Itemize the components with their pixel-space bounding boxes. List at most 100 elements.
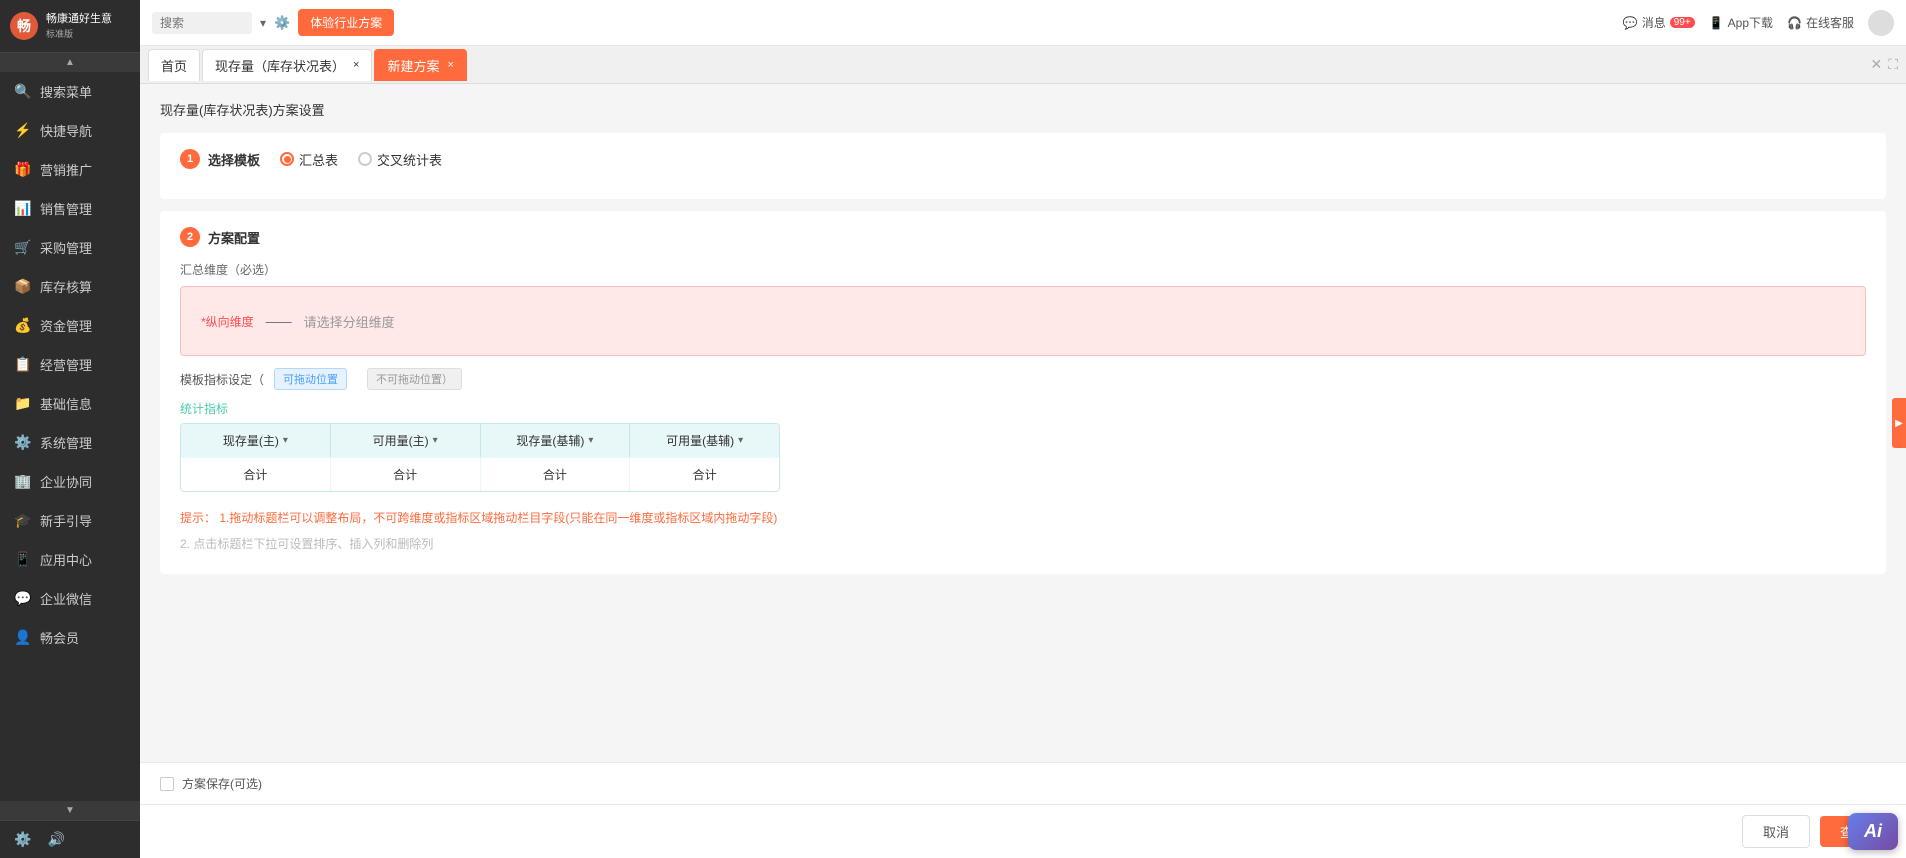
dropdown-icon[interactable]: ▾ <box>260 16 266 30</box>
sidebar-item-member[interactable]: 👤 畅会员 <box>0 618 140 657</box>
save-section: 方案保存(可选) <box>140 762 1906 804</box>
sound-footer-icon[interactable]: 🔊 <box>47 831 64 848</box>
sidebar-item-label: 经营管理 <box>40 355 92 374</box>
dim-dash: —— <box>266 314 292 329</box>
step1-label: 选择模板 <box>208 150 260 169</box>
topbar-right: 💬 消息 99+ 📱 App下载 🎧 在线客服 <box>1623 10 1894 36</box>
sidebar-item-app-center[interactable]: 📱 应用中心 <box>0 540 140 579</box>
inventory-icon: 📦 <box>14 278 32 296</box>
section-config: 2 方案配置 汇总维度（必选） *纵向维度 —— 请选择分组维度 模板指标设定（… <box>160 211 1886 574</box>
sidebar-item-business[interactable]: 📋 经营管理 <box>0 345 140 384</box>
sidebar-item-label: 资金管理 <box>40 316 92 335</box>
sidebar-item-system[interactable]: ⚙️ 系统管理 <box>0 423 140 462</box>
panel-icons: ✕ ⛶ <box>1870 56 1898 73</box>
topbar-left: ▾ ⚙️ 体验行业方案 <box>152 9 1613 36</box>
table-header-row: 现存量(主) ▾ 可用量(主) ▾ 现存量(基辅) ▾ 可用量(基辅) ▾ <box>181 424 779 457</box>
messages-item[interactable]: 💬 消息 99+ <box>1623 14 1695 31</box>
table-header-col4[interactable]: 可用量(基辅) ▾ <box>630 424 779 457</box>
ai-badge[interactable]: Ai <box>1848 813 1898 850</box>
radio-summary-label: 汇总表 <box>299 150 338 169</box>
col1-label: 现存量(主) <box>223 432 279 449</box>
search-input[interactable] <box>152 12 252 34</box>
sidebar-item-new-guide[interactable]: 🎓 新手引导 <box>0 501 140 540</box>
save-checkbox[interactable] <box>160 777 174 791</box>
tab-new-plan[interactable]: 新建方案 × <box>374 49 466 81</box>
non-draggable-tag: 不可拖动位置） <box>367 368 462 390</box>
tab-inventory[interactable]: 现存量（库存状况表） × <box>202 49 372 81</box>
settings-icon[interactable]: ⚙️ <box>274 15 290 31</box>
enterprise-icon: 🏢 <box>14 473 32 491</box>
base-info-icon: 📁 <box>14 395 32 413</box>
avatar[interactable] <box>1868 10 1894 36</box>
tab-inventory-close[interactable]: × <box>353 59 359 71</box>
data-cell-4: 合计 <box>630 458 779 491</box>
member-icon: 👤 <box>14 629 32 647</box>
sidebar-item-label: 采购管理 <box>40 238 92 257</box>
sidebar-item-sales[interactable]: 📊 销售管理 <box>0 189 140 228</box>
sidebar-item-label: 搜索菜单 <box>40 82 92 101</box>
wechat-icon: 💬 <box>14 590 32 608</box>
messages-label: 消息 <box>1642 14 1666 31</box>
page-title: 现存量(库存状况表)方案设置 <box>160 100 1886 119</box>
app-version: 标准版 <box>46 27 112 40</box>
draggable-tag: 可拖动位置 <box>274 368 347 390</box>
sidebar-item-search[interactable]: 🔍 搜索菜单 <box>0 72 140 111</box>
dim-placeholder: 请选择分组维度 <box>304 312 395 331</box>
tip1-text: 1.拖动标题栏可以调整布局，不可跨维度或指标区域拖动栏目字段(只能在同一维度或指… <box>219 511 777 525</box>
sidebar-item-wechat[interactable]: 💬 企业微信 <box>0 579 140 618</box>
industry-plan-button[interactable]: 体验行业方案 <box>298 9 394 36</box>
expand-panel-icon[interactable]: ⛶ <box>1888 56 1898 73</box>
business-icon: 📋 <box>14 356 32 374</box>
tip2: 2. 点击标题栏下拉可设置排序、插入列和删除列 <box>180 532 1866 556</box>
radio-summary-circle <box>280 152 294 166</box>
col3-label: 现存量(基辅) <box>516 432 584 449</box>
app-download-item[interactable]: 📱 App下载 <box>1709 14 1773 31</box>
marketing-icon: 🎁 <box>14 161 32 179</box>
settings-footer-icon[interactable]: ⚙️ <box>14 831 31 848</box>
sidebar-item-marketing[interactable]: 🎁 营销推广 <box>0 150 140 189</box>
sidebar-item-purchase[interactable]: 🛒 采购管理 <box>0 228 140 267</box>
section-template: 1 选择模板 汇总表 交叉统计表 <box>160 133 1886 199</box>
scroll-down-btn[interactable]: ▼ <box>0 801 140 820</box>
tab-home-label: 首页 <box>161 56 187 75</box>
tabbar: 首页 现存量（库存状况表） × 新建方案 × ✕ ⛶ <box>140 46 1906 84</box>
dimension-box[interactable]: *纵向维度 —— 请选择分组维度 <box>180 286 1866 356</box>
tab-new-plan-label: 新建方案 <box>387 56 439 75</box>
tab-new-plan-close[interactable]: × <box>447 59 453 71</box>
section2-header: 2 方案配置 <box>180 227 1866 247</box>
col2-chevron: ▾ <box>433 435 438 446</box>
close-panel-icon[interactable]: ✕ <box>1870 56 1882 73</box>
sidebar-item-finance[interactable]: 💰 资金管理 <box>0 306 140 345</box>
sidebar-item-label: 库存核算 <box>40 277 92 296</box>
step1-badge: 1 <box>180 149 200 169</box>
download-icon: 📱 <box>1709 16 1724 30</box>
stats-section-label: 统计指标 <box>180 400 1866 417</box>
online-service-item[interactable]: 🎧 在线客服 <box>1787 14 1854 31</box>
table-header-col1[interactable]: 现存量(主) ▾ <box>181 424 331 457</box>
indicator-settings-label: 模板指标设定（ <box>180 371 264 388</box>
data-cell-3: 合计 <box>481 458 631 491</box>
topbar: ▾ ⚙️ 体验行业方案 💬 消息 99+ 📱 App下载 🎧 在线客服 <box>140 0 1906 46</box>
sidebar-item-label: 系统管理 <box>40 433 92 452</box>
radio-cross[interactable]: 交叉统计表 <box>358 150 442 169</box>
table-header-col2[interactable]: 可用量(主) ▾ <box>331 424 481 457</box>
purchase-icon: 🛒 <box>14 239 32 257</box>
right-panel-toggle[interactable]: ▶ <box>1892 398 1906 448</box>
sidebar-item-base-info[interactable]: 📁 基础信息 <box>0 384 140 423</box>
sidebar-item-enterprise[interactable]: 🏢 企业协同 <box>0 462 140 501</box>
dimension-section-label: 汇总维度（必选） <box>180 261 1866 278</box>
data-cell-2: 合计 <box>331 458 481 491</box>
radio-summary[interactable]: 汇总表 <box>280 150 338 169</box>
table-header-col3[interactable]: 现存量(基辅) ▾ <box>481 424 631 457</box>
tab-inventory-label: 现存量（库存状况表） <box>215 56 345 75</box>
tab-home[interactable]: 首页 <box>148 49 200 81</box>
sidebar-item-label: 应用中心 <box>40 550 92 569</box>
sidebar-item-label: 畅会员 <box>40 628 79 647</box>
app-center-icon: 📱 <box>14 551 32 569</box>
scroll-up-btn[interactable]: ▲ <box>0 53 140 72</box>
section1-header: 1 选择模板 汇总表 交叉统计表 <box>180 149 1866 169</box>
sidebar: 畅 畅康通好生意 标准版 ▲ 🔍 搜索菜单 ⚡ 快捷导航 🎁 营销推广 📊 销售… <box>0 0 140 858</box>
sidebar-item-inventory[interactable]: 📦 库存核算 <box>0 267 140 306</box>
cancel-button[interactable]: 取消 <box>1742 815 1810 848</box>
sidebar-item-quick-nav[interactable]: ⚡ 快捷导航 <box>0 111 140 150</box>
